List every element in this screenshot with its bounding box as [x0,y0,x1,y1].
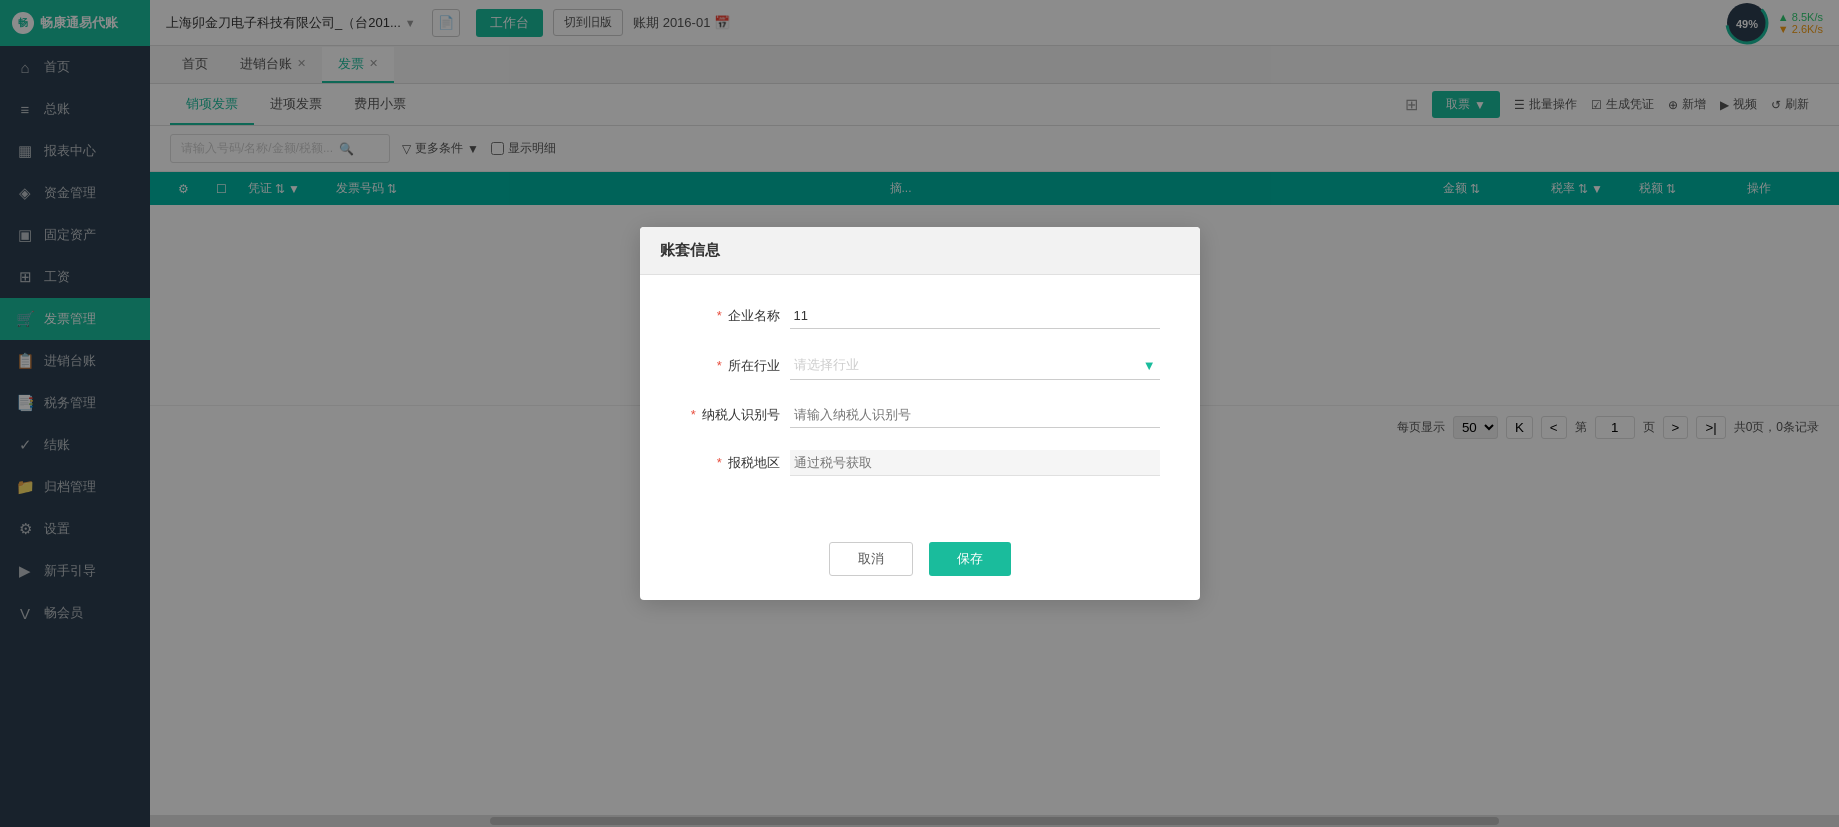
account-info-modal: 账套信息 * 企业名称 * 所在行业 请选择行业 ▼ [640,227,1200,600]
company-name-input[interactable] [790,303,1160,329]
cancel-button[interactable]: 取消 [829,542,913,576]
industry-label: * 所在行业 [680,357,790,375]
industry-select[interactable]: 请选择行业 ▼ [790,351,1160,380]
modal-overlay[interactable]: 账套信息 * 企业名称 * 所在行业 请选择行业 ▼ [0,0,1839,827]
modal-footer: 取消 保存 [640,526,1200,600]
tax-id-input[interactable] [790,402,1160,428]
save-button[interactable]: 保存 [929,542,1011,576]
form-row-tax-region: * 报税地区 [680,450,1160,476]
form-row-industry: * 所在行业 请选择行业 ▼ [680,351,1160,380]
company-name-label: * 企业名称 [680,307,790,325]
tax-id-label: * 纳税人识别号 [680,406,790,424]
tax-region-label: * 报税地区 [680,454,790,472]
form-row-company: * 企业名称 [680,303,1160,329]
industry-dropdown-icon: ▼ [1143,358,1156,373]
tax-region-input [790,450,1160,476]
form-row-tax-id: * 纳税人识别号 [680,402,1160,428]
modal-body: * 企业名称 * 所在行业 请选择行业 ▼ * [640,275,1200,526]
modal-header: 账套信息 [640,227,1200,275]
